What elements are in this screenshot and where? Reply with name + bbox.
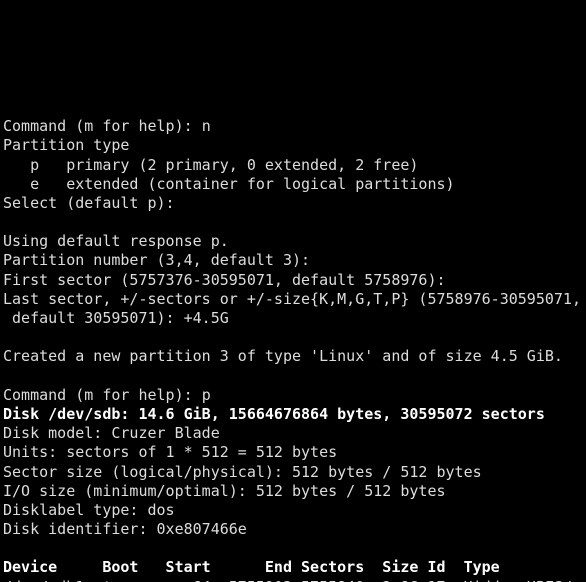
- cmd-prompt-2: Command (m for help):: [3, 386, 202, 404]
- last-sector-line-2-prefix: default 30595071):: [3, 309, 184, 327]
- disk-model-line: Disk model: Cruzer Blade: [3, 424, 220, 442]
- terminal-output[interactable]: Command (m for help): n Partition type p…: [0, 96, 586, 582]
- cmd2-input: p: [202, 386, 211, 404]
- last-sector-line-1: Last sector, +/-sectors or +/-size{K,M,G…: [3, 290, 581, 308]
- last-sector-input: +4.5G: [184, 309, 229, 327]
- created-partition-line: Created a new partition 3 of type 'Linux…: [3, 347, 563, 365]
- cmd-prompt-1: Command (m for help):: [3, 117, 202, 135]
- io-size-line: I/O size (minimum/optimal): 512 bytes / …: [3, 482, 446, 500]
- disk-summary-bold: Disk /dev/sdb: 14.6 GiB, 15664676864 byt…: [3, 405, 545, 423]
- partition-number-prompt: Partition number (3,4, default 3):: [3, 251, 319, 269]
- units-line: Units: sectors of 1 * 512 = 512 bytes: [3, 443, 337, 461]
- table-row: /dev/sdb1 * 64 5755903 5755840 2.8G 17 H…: [3, 578, 572, 582]
- default-response-line: Using default response p.: [3, 232, 229, 250]
- sector-size-line: Sector size (logical/physical): 512 byte…: [3, 463, 482, 481]
- partition-table-header: Device Boot Start End Sectors Size Id Ty…: [3, 558, 500, 576]
- first-sector-line: First sector (5757376-30595071, default …: [3, 271, 455, 289]
- ptype-primary-line: p primary (2 primary, 0 extended, 2 free…: [3, 156, 418, 174]
- ptype-extended-line: e extended (container for logical partit…: [3, 175, 455, 193]
- diskid-line: Disk identifier: 0xe807466e: [3, 520, 247, 538]
- disklabel-line: Disklabel type: dos: [3, 501, 175, 519]
- select-prompt: Select (default p):: [3, 194, 184, 212]
- cmd1-input: n: [202, 117, 211, 135]
- partition-type-header: Partition type: [3, 136, 129, 154]
